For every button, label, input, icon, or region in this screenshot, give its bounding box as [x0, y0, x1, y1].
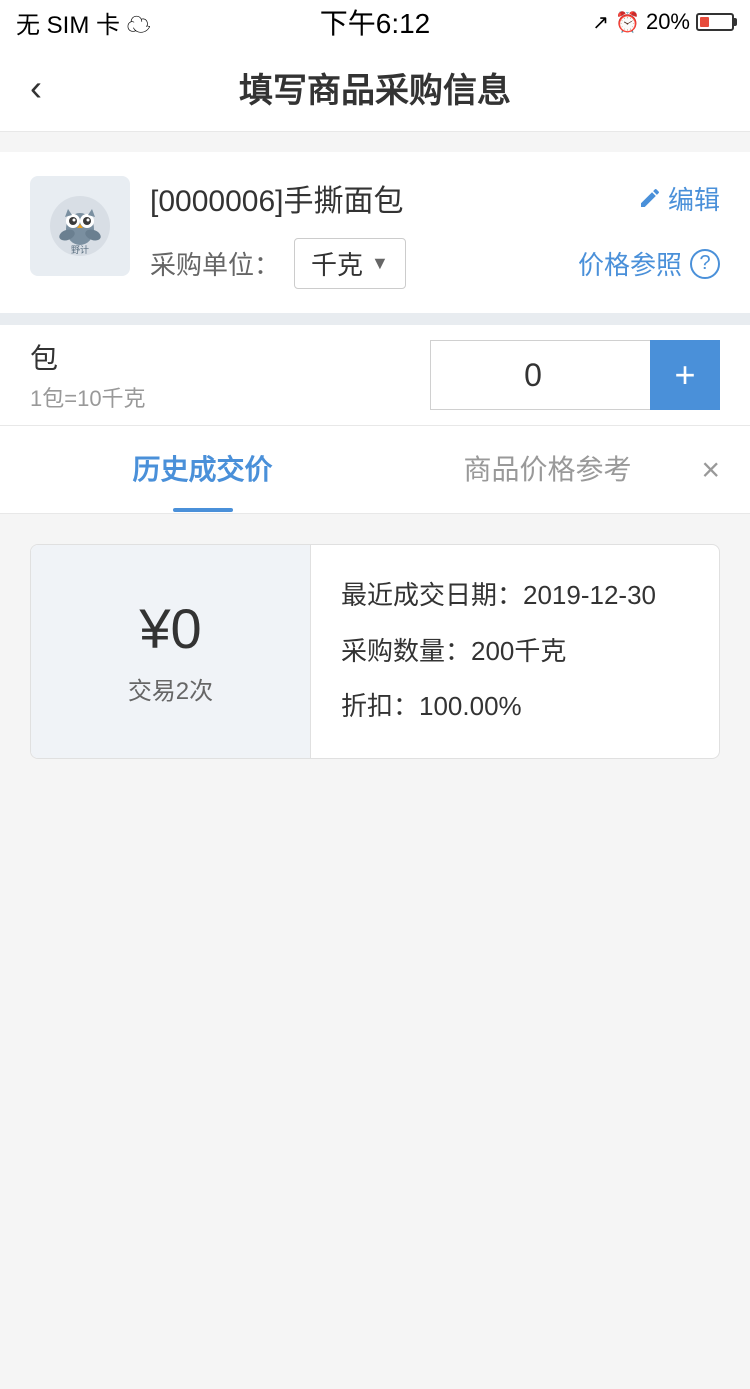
record-date-label: 最近成交日期： [341, 580, 523, 610]
status-right: ↗ ⏰ 20% [592, 9, 734, 35]
product-info: [0000006]手撕面包 编辑 采购单位： 千克 ▼ 价格 [150, 176, 720, 289]
status-bar: 无 SIM 卡 ☁ 下午6:12 ↗ ⏰ 20% [0, 0, 750, 44]
price-reference-button[interactable]: 价格参照 ? [578, 245, 720, 282]
battery-indicator [696, 13, 734, 31]
price-ref-label: 价格参照 [578, 245, 682, 282]
tab-product-price-ref[interactable]: 商品价格参考 [375, 448, 720, 492]
quantity-row: 包 1包=10千克 + [0, 325, 750, 425]
record-trades-count: 交易2次 [128, 671, 213, 706]
record-discount-item: 折扣：100.00% [341, 686, 689, 728]
edit-icon [638, 186, 662, 210]
record-price-value: ¥0 [139, 596, 201, 661]
record-details-section: 最近成交日期：2019-12-30 采购数量：200千克 折扣：100.00% [311, 545, 719, 758]
record-date-value: 2019-12-30 [523, 580, 656, 610]
quantity-increment-button[interactable]: + [650, 340, 720, 410]
product-name: [0000006]手撕面包 [150, 176, 403, 220]
status-left: 无 SIM 卡 ☁ [16, 5, 151, 40]
record-area: ¥0 交易2次 最近成交日期：2019-12-30 采购数量：200千克 折扣：… [0, 514, 750, 789]
svg-text:野计: 野计 [71, 244, 89, 255]
section-divider [0, 313, 750, 325]
tab-panel: 历史成交价 商品价格参考 × ¥0 交易2次 最近成交日期：2019-12-30… [0, 425, 750, 789]
back-button[interactable]: ‹ [30, 67, 42, 109]
status-time: 下午6:12 [320, 2, 431, 42]
edit-button[interactable]: 编辑 [638, 180, 720, 217]
quantity-input[interactable] [430, 340, 650, 410]
record-discount-label: 折扣： [341, 691, 419, 721]
product-card: 野计 [0000006]手撕面包 编辑 采购单位： 千克 ▼ [0, 152, 750, 313]
dropdown-arrow-icon: ▼ [371, 253, 389, 274]
unit-value: 千克 [311, 245, 363, 282]
record-qty-value: 200千克 [471, 636, 566, 666]
help-circle-icon: ? [690, 249, 720, 279]
page-background [0, 789, 750, 1389]
unit-selector-area: 采购单位： 千克 ▼ [150, 238, 406, 289]
location-icon: ↗ [592, 10, 609, 35]
nav-bar: ‹ 填写商品采购信息 [0, 44, 750, 132]
quantity-label-group: 包 1包=10千克 [30, 337, 146, 413]
tab-history-price[interactable]: 历史成交价 [30, 448, 375, 492]
quantity-input-group: + [430, 340, 720, 410]
unit-dropdown[interactable]: 千克 ▼ [294, 238, 406, 289]
alarm-icon: ⏰ [615, 10, 640, 35]
tab-close-button[interactable]: × [701, 451, 720, 488]
record-qty-label: 采购数量： [341, 636, 471, 666]
owl-logo-icon: 野计 [45, 191, 115, 261]
record-qty-item: 采购数量：200千克 [341, 631, 689, 673]
record-price-section: ¥0 交易2次 [31, 545, 311, 758]
record-discount-value: 100.00% [419, 691, 522, 721]
product-thumbnail: 野计 [30, 176, 130, 276]
quantity-unit-label: 包 [30, 337, 146, 377]
unit-prefix-label: 采购单位： [150, 245, 280, 282]
sim-text: 无 SIM 卡 ☁ [16, 5, 151, 40]
tab-header: 历史成交价 商品价格参考 × [0, 426, 750, 514]
record-card: ¥0 交易2次 最近成交日期：2019-12-30 采购数量：200千克 折扣：… [30, 544, 720, 759]
page-title: 填写商品采购信息 [239, 63, 511, 112]
record-date-item: 最近成交日期：2019-12-30 [341, 575, 689, 617]
quantity-conversion-label: 1包=10千克 [30, 381, 146, 413]
battery-percent: 20% [646, 9, 690, 35]
edit-label: 编辑 [668, 180, 720, 217]
